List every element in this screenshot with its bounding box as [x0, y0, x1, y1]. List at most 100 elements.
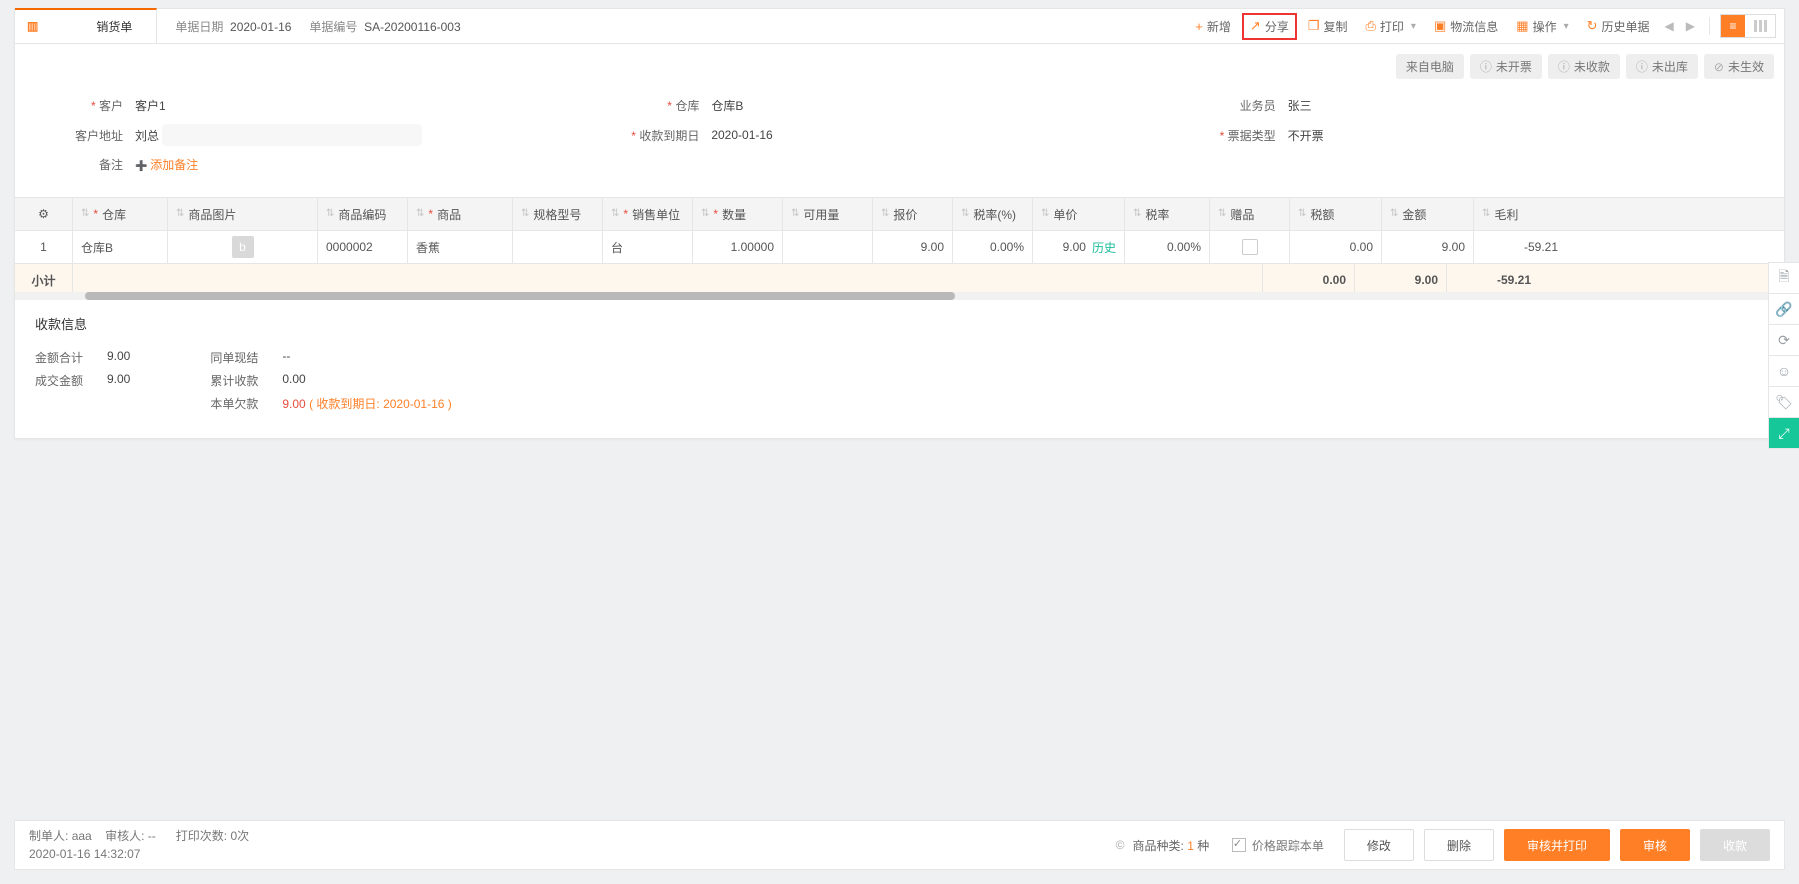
print-button[interactable]: ⎙打印 — [1359, 14, 1423, 39]
expand-icon[interactable]: ⤢ — [1769, 418, 1799, 448]
delete-button[interactable]: 删除 — [1424, 829, 1494, 861]
addr-value[interactable]: 刘总 — [135, 127, 159, 144]
operations-button[interactable]: ▦操作 — [1509, 14, 1575, 39]
col-price[interactable]: ⇅报价 — [873, 198, 953, 230]
logistics-button[interactable]: ▣物流信息 — [1427, 14, 1505, 39]
share-icon: ↗ — [1250, 18, 1261, 34]
copyright-icon: © — [1116, 838, 1125, 852]
row-product[interactable]: 香蕉 — [408, 231, 513, 263]
view-columns-icon[interactable] — [1745, 15, 1775, 37]
row-trate[interactable]: 0.00% — [953, 231, 1033, 263]
row-uprice[interactable]: 9.00历史 — [1033, 231, 1125, 263]
deal-value: 9.00 — [107, 372, 130, 389]
addr-redacted — [162, 124, 422, 146]
row-avail[interactable] — [783, 231, 873, 263]
deal-label: 成交金额 — [35, 372, 107, 389]
share-button[interactable]: ↗分享 — [1242, 13, 1297, 40]
note-icon[interactable]: 🗎 — [1769, 263, 1799, 294]
topbar: ▥ 销货单 单据日期 2020-01-16 单据编号 SA-20200116-0… — [15, 9, 1784, 44]
settle-value: -- — [282, 349, 290, 366]
invoice-value[interactable]: 不开票 — [1288, 127, 1324, 144]
row-index: 1 — [15, 231, 73, 263]
grid-icon: ▦ — [1516, 18, 1528, 34]
acc-value: 0.00 — [282, 372, 305, 389]
row-gift[interactable] — [1210, 231, 1290, 263]
printer-icon: ⎙ — [1366, 18, 1376, 34]
copy-icon: ❐ — [1308, 18, 1320, 34]
modify-button[interactable]: 修改 — [1344, 829, 1414, 861]
col-amt[interactable]: ⇅金额 — [1382, 198, 1474, 230]
col-settings[interactable]: ⚙ — [15, 198, 73, 230]
info-icon: ⓘ — [1558, 58, 1570, 75]
copy-button[interactable]: ❐复制 — [1301, 14, 1355, 39]
sales-label: 业务员 — [1188, 97, 1276, 114]
footer: 制单人: aaa 审核人: -- 打印次数: 0次 2020-01-16 14:… — [14, 820, 1785, 870]
addr-label: 客户地址 — [35, 127, 123, 144]
sales-value[interactable]: 张三 — [1288, 97, 1312, 114]
col-code[interactable]: ⇅商品编码 — [318, 198, 408, 230]
col-warehouse[interactable]: ⇅*仓库 — [73, 198, 168, 230]
row-tax[interactable]: 0.00% — [1125, 231, 1210, 263]
row-spec[interactable] — [513, 231, 603, 263]
price-history-link[interactable]: 历史 — [1092, 239, 1116, 256]
status-source: 来自电脑 — [1396, 54, 1464, 79]
row-warehouse[interactable]: 仓库B — [73, 231, 168, 263]
audit-button[interactable]: 审核 — [1620, 829, 1690, 861]
next-button[interactable]: ▶ — [1682, 19, 1699, 33]
tab-sales-order[interactable]: ▥ 销货单 — [15, 8, 157, 43]
row-gross[interactable]: -59.21 — [1474, 231, 1566, 263]
history-button[interactable]: ↻历史单据 — [1580, 14, 1657, 39]
col-uprice[interactable]: ⇅单价 — [1033, 198, 1125, 230]
attachment-icon[interactable]: 🔗 — [1769, 294, 1799, 325]
customer-value[interactable]: 客户1 — [135, 97, 166, 114]
clock-icon: ↻ — [1587, 18, 1598, 34]
user-icon[interactable]: ☺ — [1769, 356, 1799, 387]
refresh-icon[interactable]: ⟳ — [1769, 325, 1799, 356]
col-gross[interactable]: ⇅毛利 — [1474, 198, 1566, 230]
tag-icon[interactable]: 🏷 — [1769, 387, 1799, 418]
status-unpaid: ⓘ未收款 — [1548, 54, 1620, 79]
row-unit[interactable]: 台 — [603, 231, 693, 263]
footer-buttons: 修改 删除 审核并打印 审核 收款 — [1344, 829, 1770, 861]
price-follow-checkbox[interactable]: 价格跟踪本单 — [1232, 837, 1324, 854]
status-chips: 来自电脑 ⓘ未开票 ⓘ未收款 ⓘ未出库 ⊘未生效 — [15, 44, 1784, 79]
truck-icon: ▣ — [1434, 18, 1446, 34]
col-spec[interactable]: ⇅规格型号 — [513, 198, 603, 230]
col-trate[interactable]: ⇅税率(%) — [953, 198, 1033, 230]
status-inactive: ⊘未生效 — [1704, 54, 1774, 79]
right-sidebar: 🗎 🔗 ⟳ ☺ 🏷 ⤢ — [1768, 262, 1799, 449]
view-toggle[interactable]: ≡ — [1720, 14, 1776, 38]
warehouse-value[interactable]: 仓库B — [711, 97, 743, 114]
row-taxamt[interactable]: 0.00 — [1290, 231, 1382, 263]
footer-summary: © 商品种类: 1 种 价格跟踪本单 — [1116, 837, 1324, 854]
col-image[interactable]: ⇅商品图片 — [168, 198, 318, 230]
h-scrollbar[interactable] — [15, 292, 1784, 300]
col-avail[interactable]: ⇅可用量 — [783, 198, 873, 230]
audit-print-button[interactable]: 审核并打印 — [1504, 829, 1610, 861]
col-taxamt[interactable]: ⇅税额 — [1290, 198, 1382, 230]
view-list-icon[interactable]: ≡ — [1721, 15, 1745, 37]
col-gift[interactable]: ⇅赠品 — [1210, 198, 1290, 230]
date-value: 2020-01-16 — [230, 20, 291, 34]
row-code[interactable]: 0000002 — [318, 231, 408, 263]
gift-checkbox[interactable] — [1242, 239, 1258, 255]
row-image[interactable]: b — [168, 231, 318, 263]
add-note-button[interactable]: 添加备注 — [135, 156, 198, 173]
info-icon: ⓘ — [1480, 58, 1492, 75]
row-amt[interactable]: 9.00 — [1382, 231, 1474, 263]
table-row[interactable]: 1 仓库B b 0000002 香蕉 台 1.00000 9.00 0.00% … — [15, 231, 1784, 264]
col-tax[interactable]: ⇅税率 — [1125, 198, 1210, 230]
col-qty[interactable]: ⇅*数量 — [693, 198, 783, 230]
col-unit[interactable]: ⇅*销售单位 — [603, 198, 693, 230]
ban-icon: ⊘ — [1714, 60, 1724, 74]
toolbar: +新增 ↗分享 ❐复制 ⎙打印 ▣物流信息 ▦操作 ↻历史单据 ◀ ▶ ≡ — [1188, 13, 1784, 40]
receive-button[interactable]: 收款 — [1700, 829, 1770, 861]
prev-button[interactable]: ◀ — [1661, 19, 1678, 33]
col-product[interactable]: ⇅*商品 — [408, 198, 513, 230]
payment-title: 收款信息 — [35, 314, 1764, 333]
row-qty[interactable]: 1.00000 — [693, 231, 783, 263]
due-value[interactable]: 2020-01-16 — [711, 128, 772, 142]
new-button[interactable]: +新增 — [1188, 14, 1238, 39]
payment-info: 收款信息 金额合计9.00 成交金额9.00 同单现结-- 累计收款0.00 本… — [15, 300, 1784, 438]
row-price[interactable]: 9.00 — [873, 231, 953, 263]
